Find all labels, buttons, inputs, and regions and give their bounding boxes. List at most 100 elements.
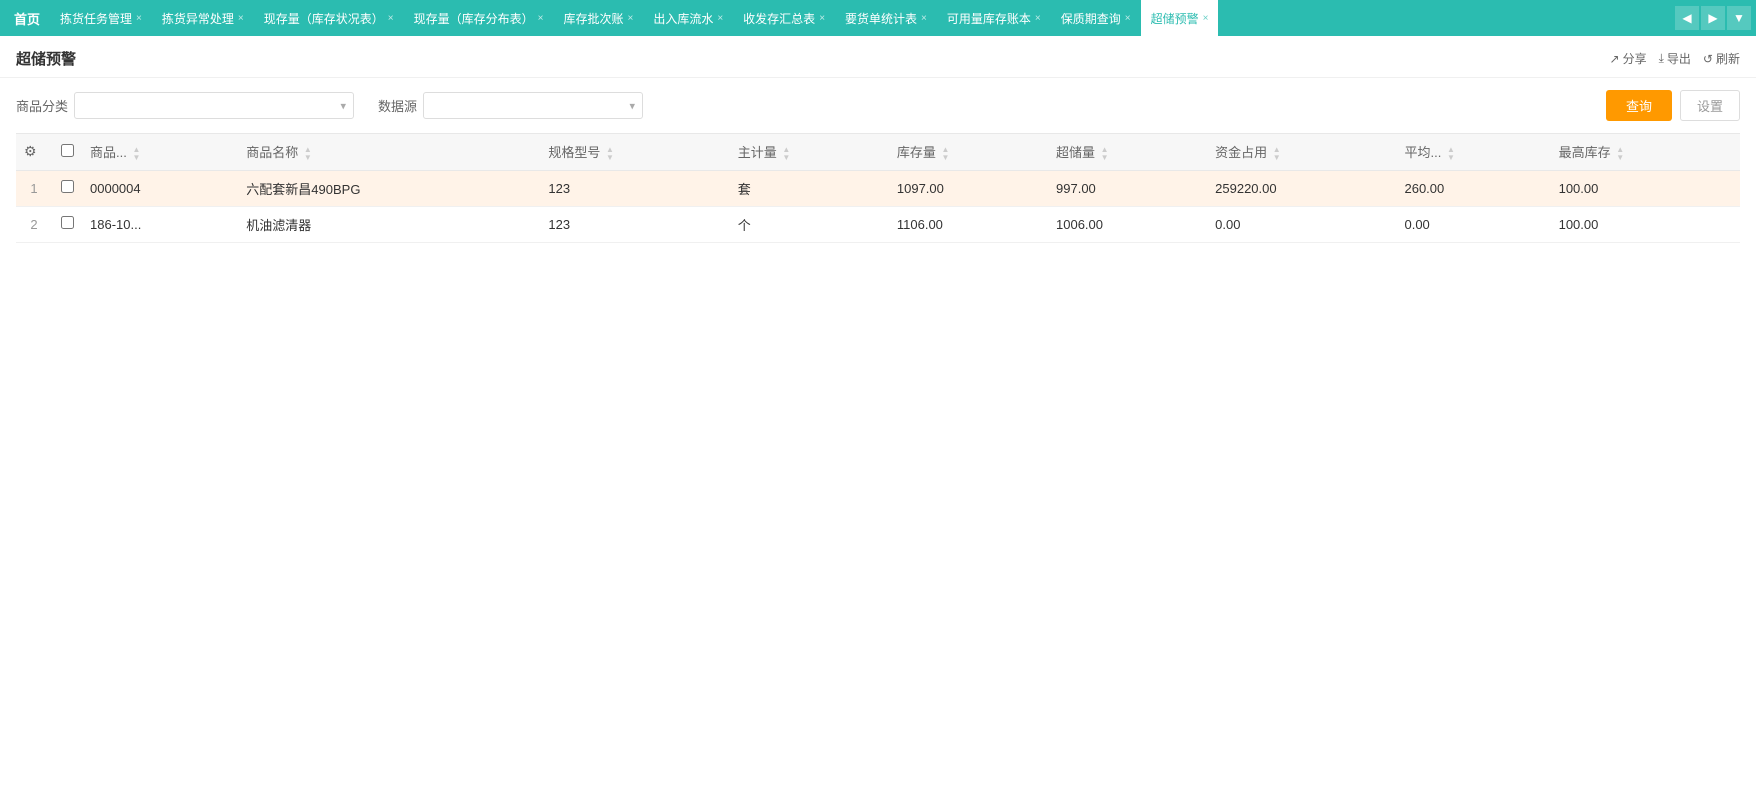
nav-tab-6[interactable]: 出入库流水 × — [643, 0, 733, 36]
tab-label: 要货单统计表 — [845, 10, 917, 27]
share-icon: ↗ — [1610, 52, 1620, 66]
share-button[interactable]: ↗ 分享 — [1610, 50, 1647, 67]
datasource-select[interactable]: 可用量 — [423, 92, 643, 119]
col-settings: ⚙ — [16, 134, 52, 171]
tab-label: 可用量库存账本 — [947, 10, 1031, 27]
nav-tab-5[interactable]: 库存批次账 × — [553, 0, 643, 36]
category-select[interactable] — [74, 92, 354, 119]
nav-tab-3[interactable]: 现存量（库存状况表） × — [254, 0, 404, 36]
top-nav: 首页 拣货任务管理 × 拣货异常处理 × 现存量（库存状况表） × 现存量（库存… — [0, 0, 1756, 36]
sort-icon: ▲▼ — [782, 146, 790, 162]
sort-icon: ▲▼ — [606, 146, 614, 162]
nav-tab-home[interactable]: 首页 — [4, 0, 50, 36]
sort-icon: ▲▼ — [1447, 146, 1455, 162]
sort-icon: ▲▼ — [1273, 146, 1281, 162]
tab-label: 现存量（库存分布表） — [414, 10, 534, 27]
product-over-stock: 1006.00 — [1048, 206, 1207, 242]
product-unit: 套 — [730, 170, 889, 206]
col-product-name[interactable]: 商品名称 ▲▼ — [238, 134, 540, 171]
nav-next-button[interactable]: ▶ — [1701, 6, 1725, 30]
settings-button[interactable]: 设置 — [1680, 90, 1740, 121]
page-title: 超储预警 — [16, 48, 76, 69]
select-all-checkbox[interactable] — [61, 144, 74, 157]
col-avg-label: 平均... — [1404, 145, 1441, 160]
product-avg: 260.00 — [1396, 170, 1550, 206]
sort-icon: ▲▼ — [1101, 146, 1109, 162]
col-avg[interactable]: 平均... ▲▼ — [1396, 134, 1550, 171]
page-header: 超储预警 ↗ 分享 ⤓ 导出 ↺ 刷新 — [0, 36, 1756, 78]
col-product-code[interactable]: 商品... ▲▼ — [82, 134, 238, 171]
row-checkbox[interactable] — [61, 216, 74, 229]
close-icon[interactable]: × — [819, 13, 825, 24]
nav-prev-button[interactable]: ◀ — [1675, 6, 1699, 30]
close-icon[interactable]: × — [1125, 13, 1131, 24]
close-icon[interactable]: × — [1203, 13, 1209, 24]
close-icon[interactable]: × — [538, 13, 544, 24]
close-icon[interactable]: × — [136, 13, 142, 24]
col-checkbox — [52, 134, 82, 171]
filter-row: 商品分类 ▾ 数据源 可用量 ▾ 查询 设置 — [0, 78, 1756, 133]
page-content: 超储预警 ↗ 分享 ⤓ 导出 ↺ 刷新 商品分类 ▾ 数据源 — [0, 36, 1756, 800]
close-icon[interactable]: × — [921, 13, 927, 24]
category-filter: 商品分类 ▾ — [16, 92, 354, 119]
nav-tab-active[interactable]: 超储预警 × — [1141, 0, 1219, 36]
col-capital-label: 资金占用 — [1215, 145, 1267, 160]
datasource-filter: 数据源 可用量 ▾ — [378, 92, 643, 119]
row-number: 2 — [16, 206, 52, 242]
col-unit[interactable]: 主计量 ▲▼ — [730, 134, 889, 171]
table-body: 1 0000004 六配套新昌490BPG 123 套 1097.00 997.… — [16, 170, 1740, 242]
col-product-code-label: 商品... — [90, 145, 127, 160]
product-spec: 123 — [540, 206, 729, 242]
nav-tab-7[interactable]: 收发存汇总表 × — [733, 0, 835, 36]
table-header-row: ⚙ 商品... ▲▼ 商品名称 ▲▼ 规格型号 ▲▼ — [16, 134, 1740, 171]
nav-tab-1[interactable]: 拣货任务管理 × — [50, 0, 152, 36]
product-stock: 1097.00 — [889, 170, 1048, 206]
data-table: ⚙ 商品... ▲▼ 商品名称 ▲▼ 规格型号 ▲▼ — [16, 133, 1740, 243]
product-max-stock: 100.00 — [1551, 170, 1740, 206]
nav-tab-10[interactable]: 保质期查询 × — [1051, 0, 1141, 36]
datasource-select-wrap: 可用量 ▾ — [423, 92, 643, 119]
export-label: 导出 — [1667, 50, 1691, 67]
row-checkbox[interactable] — [61, 180, 74, 193]
table-wrap: ⚙ 商品... ▲▼ 商品名称 ▲▼ 规格型号 ▲▼ — [0, 133, 1756, 243]
col-capital[interactable]: 资金占用 ▲▼ — [1207, 134, 1396, 171]
close-icon[interactable]: × — [717, 13, 723, 24]
sort-icon: ▲▼ — [304, 146, 312, 162]
nav-tab-4[interactable]: 现存量（库存分布表） × — [404, 0, 554, 36]
filter-actions: 查询 设置 — [1606, 90, 1740, 121]
product-capital: 0.00 — [1207, 206, 1396, 242]
refresh-button[interactable]: ↺ 刷新 — [1703, 50, 1740, 67]
tab-label: 收发存汇总表 — [743, 10, 815, 27]
export-icon: ⤓ — [1659, 51, 1664, 66]
nav-tab-9[interactable]: 可用量库存账本 × — [937, 0, 1051, 36]
nav-more-button[interactable]: ▼ — [1727, 6, 1751, 30]
query-button[interactable]: 查询 — [1606, 90, 1672, 121]
table-row: 1 0000004 六配套新昌490BPG 123 套 1097.00 997.… — [16, 170, 1740, 206]
col-stock[interactable]: 库存量 ▲▼ — [889, 134, 1048, 171]
row-number: 1 — [16, 170, 52, 206]
nav-tab-2[interactable]: 拣货异常处理 × — [152, 0, 254, 36]
category-label: 商品分类 — [16, 96, 68, 115]
close-icon[interactable]: × — [1035, 13, 1041, 24]
tab-label: 拣货任务管理 — [60, 10, 132, 27]
tab-label: 保质期查询 — [1061, 10, 1121, 27]
tab-label: 出入库流水 — [653, 10, 713, 27]
close-icon[interactable]: × — [238, 13, 244, 24]
export-button[interactable]: ⤓ 导出 — [1659, 50, 1691, 67]
nav-arrows: ◀ ▶ ▼ — [1674, 6, 1752, 30]
product-stock: 1106.00 — [889, 206, 1048, 242]
row-checkbox-cell — [52, 206, 82, 242]
sort-icon: ▲▼ — [1616, 146, 1624, 162]
col-over-stock[interactable]: 超储量 ▲▼ — [1048, 134, 1207, 171]
tab-label: 现存量（库存状况表） — [264, 10, 384, 27]
col-max-stock-label: 最高库存 — [1559, 145, 1611, 160]
nav-tab-8[interactable]: 要货单统计表 × — [835, 0, 937, 36]
gear-icon[interactable]: ⚙ — [24, 143, 37, 159]
col-spec[interactable]: 规格型号 ▲▼ — [540, 134, 729, 171]
close-icon[interactable]: × — [627, 13, 633, 24]
refresh-icon: ↺ — [1703, 52, 1713, 66]
close-icon[interactable]: × — [388, 13, 394, 24]
product-code: 186-10... — [82, 206, 238, 242]
product-name: 机油滤清器 — [238, 206, 540, 242]
col-max-stock[interactable]: 最高库存 ▲▼ — [1551, 134, 1740, 171]
